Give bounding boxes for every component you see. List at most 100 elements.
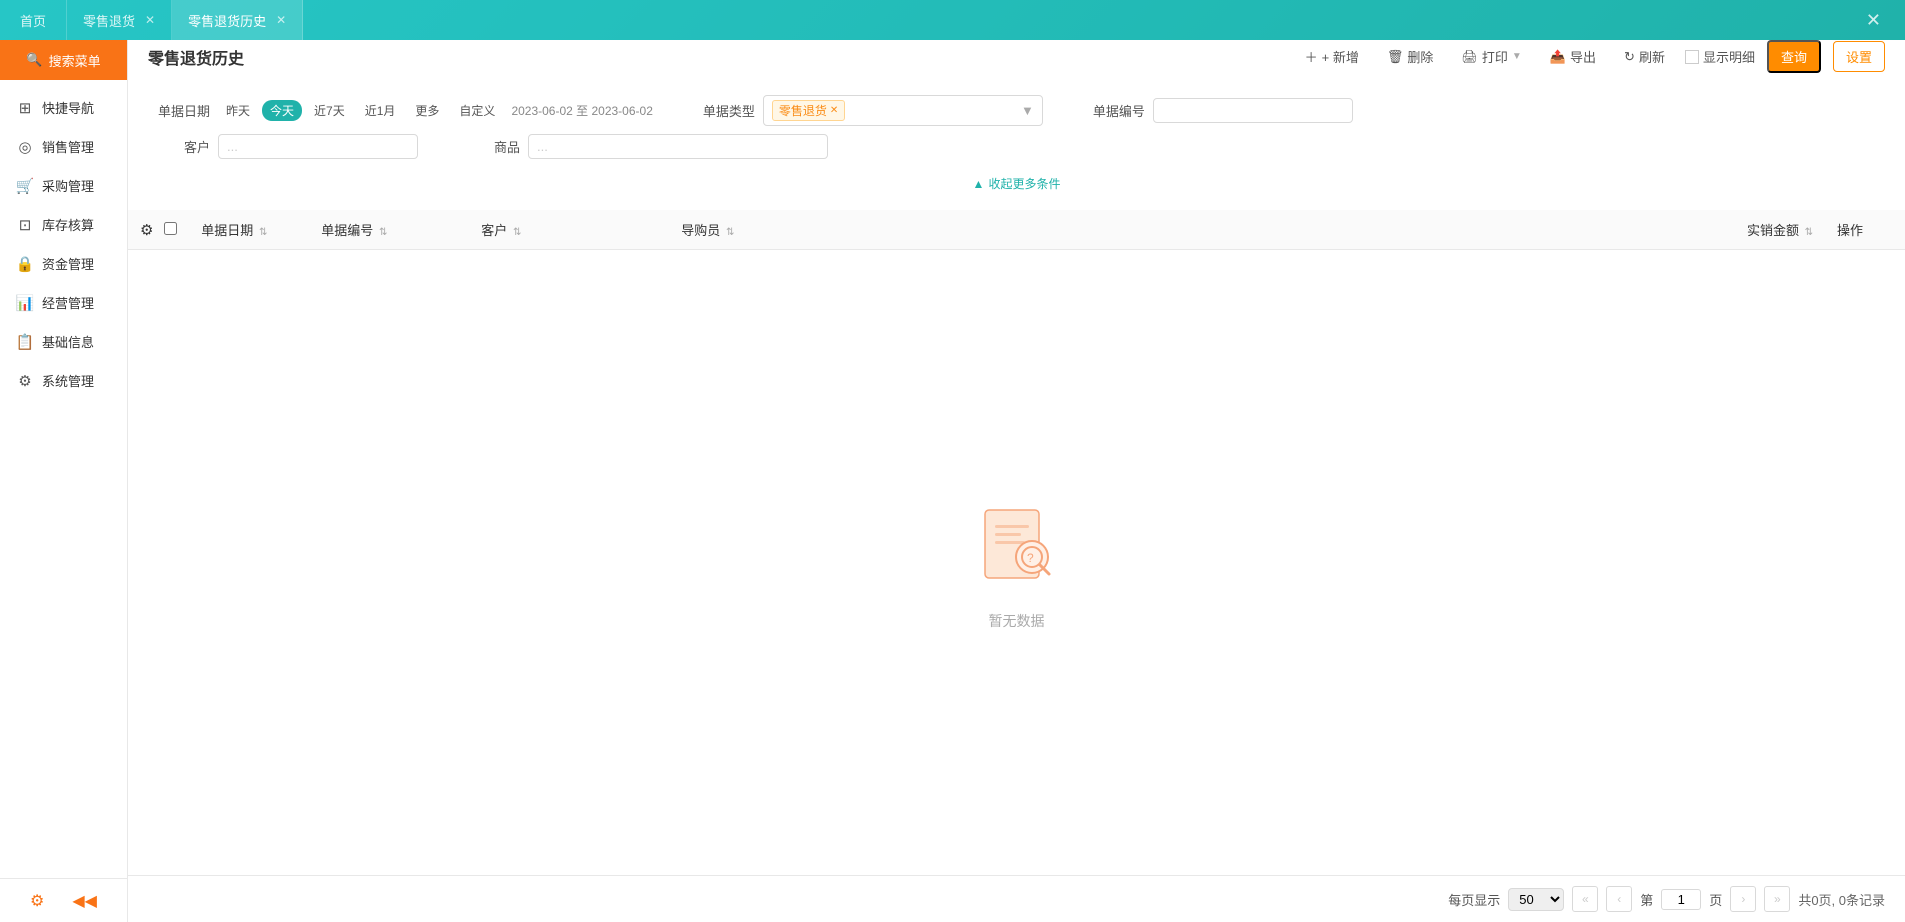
- date-yesterday-btn[interactable]: 昨天: [218, 100, 258, 121]
- no-filter-input[interactable]: [1153, 98, 1353, 123]
- page-total-label: 共0页, 0条记录: [1798, 890, 1885, 909]
- prev-page-button[interactable]: ‹: [1606, 886, 1632, 912]
- table-header: ⚙ 单据日期 ⇅ 单据编号 ⇅: [128, 210, 1905, 250]
- type-tag-label: 零售退货: [779, 102, 827, 119]
- page-number-input[interactable]: [1661, 889, 1701, 910]
- sidebar-item-basic-info-label: 基础信息: [42, 332, 94, 351]
- basic-info-icon: 📋: [16, 333, 34, 351]
- tab-return-history[interactable]: 零售退货历史 ✕: [172, 0, 303, 40]
- tab-return-label: 零售退货: [83, 11, 135, 30]
- sidebar-item-finance-label: 资金管理: [42, 254, 94, 273]
- filter-row-2: 客户 ... 商品 ...: [148, 134, 1885, 159]
- goods-filter-input[interactable]: ...: [528, 134, 828, 159]
- per-page-label: 每页显示: [1448, 890, 1500, 909]
- col-date-label: 单据日期: [201, 223, 253, 238]
- sidebar-item-quick-nav[interactable]: ⊞ 快捷导航: [0, 88, 127, 127]
- type-select-arrow-icon: ▼: [1021, 103, 1034, 118]
- sidebar-item-finance[interactable]: 🔒 资金管理: [0, 244, 127, 283]
- col-date[interactable]: 单据日期 ⇅: [189, 210, 309, 250]
- col-customer[interactable]: 客户 ⇅: [469, 210, 669, 250]
- customer-filter-label: 客户: [148, 137, 218, 156]
- collapse-filter-button[interactable]: ▲ 收起更多条件: [973, 171, 1061, 196]
- new-button[interactable]: ＋ + 新增: [1297, 43, 1367, 70]
- export-label: 导出: [1570, 47, 1596, 66]
- new-icon: ＋: [1305, 47, 1318, 66]
- content-area: 零售退货历史 ＋ + 新增 🗑 删除 🖨 打印 ▼: [128, 40, 1905, 922]
- print-button[interactable]: 🖨 打印 ▼: [1453, 43, 1529, 70]
- first-page-button[interactable]: «: [1572, 886, 1598, 912]
- sidebar-item-quick-nav-label: 快捷导航: [42, 98, 94, 117]
- refresh-button[interactable]: ↻ 刷新: [1616, 43, 1673, 70]
- per-page-select[interactable]: 20 50 100: [1508, 888, 1564, 911]
- sidebar-item-system[interactable]: ⚙ 系统管理: [0, 361, 127, 400]
- date-7days-btn[interactable]: 近7天: [306, 100, 353, 121]
- next-page-button[interactable]: ›: [1730, 886, 1756, 912]
- type-tag: 零售退货 ✕: [772, 100, 845, 121]
- window-close-button[interactable]: ✕: [1858, 6, 1889, 35]
- date-today-btn[interactable]: 今天: [262, 100, 302, 121]
- goods-filter-label: 商品: [458, 137, 528, 156]
- filter-area: 单据日期 昨天 今天 近7天 近1月 更多 自定义 2023-06-02 至 2…: [148, 85, 1885, 210]
- sidebar: 🔍 搜索菜单 ⊞ 快捷导航 ◎ 销售管理 🛒 采购管理 ⊡ 库存核算 🔒 资: [0, 40, 128, 922]
- sidebar-search-button[interactable]: 🔍 搜索菜单: [0, 40, 127, 80]
- sidebar-item-inventory[interactable]: ⊡ 库存核算: [0, 205, 127, 244]
- type-filter-select[interactable]: 零售退货 ✕ ▼: [763, 95, 1043, 126]
- search-icon: 🔍: [26, 52, 42, 68]
- tab-return-history-close[interactable]: ✕: [276, 13, 286, 27]
- quick-nav-icon: ⊞: [16, 99, 34, 117]
- tab-home[interactable]: 首页: [0, 0, 67, 40]
- page-prefix-label: 第: [1640, 890, 1653, 909]
- query-button[interactable]: 查询: [1767, 40, 1821, 73]
- tab-return[interactable]: 零售退货 ✕: [67, 0, 172, 40]
- col-action-label: 操作: [1837, 223, 1863, 238]
- settings-button[interactable]: 设置: [1833, 41, 1885, 72]
- goods-ellipsis: ...: [537, 139, 548, 154]
- col-no[interactable]: 单据编号 ⇅: [309, 210, 469, 250]
- col-action: 操作: [1825, 210, 1905, 250]
- date-sort-icon: ⇅: [259, 227, 267, 238]
- print-icon: 🖨: [1461, 49, 1478, 65]
- date-1month-btn[interactable]: 近1月: [357, 100, 404, 121]
- sidebar-item-purchase[interactable]: 🛒 采购管理: [0, 166, 127, 205]
- sidebar-settings-button[interactable]: ⚙: [30, 891, 44, 911]
- last-page-button[interactable]: »: [1764, 886, 1790, 912]
- tab-list: 首页 零售退货 ✕ 零售退货历史 ✕: [0, 0, 1858, 40]
- tab-home-label: 首页: [20, 11, 46, 30]
- checkbox-icon: [1685, 50, 1699, 64]
- type-tag-close[interactable]: ✕: [830, 105, 838, 116]
- delete-button[interactable]: 🗑 删除: [1379, 43, 1442, 70]
- purchase-icon: 🛒: [16, 177, 34, 195]
- collapse-label: 收起更多条件: [988, 175, 1060, 192]
- sidebar-item-operations-label: 经营管理: [42, 293, 94, 312]
- export-icon: 📤: [1550, 49, 1566, 65]
- col-settings[interactable]: ⚙: [128, 210, 189, 250]
- sidebar-item-system-label: 系统管理: [42, 371, 94, 390]
- customer-filter-input[interactable]: ...: [218, 134, 418, 159]
- date-more-btn[interactable]: 更多: [407, 100, 447, 121]
- display-detail-label: 显示明细: [1703, 47, 1755, 66]
- tab-return-close[interactable]: ✕: [145, 13, 155, 27]
- customer-sort-icon: ⇅: [513, 227, 521, 238]
- sidebar-item-operations[interactable]: 📊 经营管理: [0, 283, 127, 322]
- sidebar-item-basic-info[interactable]: 📋 基础信息: [0, 322, 127, 361]
- col-guide[interactable]: 导购员 ⇅: [669, 210, 829, 250]
- date-custom-btn[interactable]: 自定义: [451, 100, 503, 121]
- col-amount[interactable]: 实销金额 ⇅: [1705, 210, 1825, 250]
- top-bar: 首页 零售退货 ✕ 零售退货历史 ✕ ✕: [0, 0, 1905, 40]
- page-suffix-label: 页: [1709, 890, 1722, 909]
- toolbar: ＋ + 新增 🗑 删除 🖨 打印 ▼ 📤 导出: [1297, 40, 1885, 73]
- sidebar-collapse-button[interactable]: ◀◀: [72, 891, 97, 911]
- top-bar-right: ✕: [1858, 6, 1905, 35]
- main-layout: 🔍 搜索菜单 ⊞ 快捷导航 ◎ 销售管理 🛒 采购管理 ⊡ 库存核算 🔒 资: [0, 40, 1905, 922]
- col-guide-label: 导购员: [681, 223, 720, 238]
- empty-illustration: ?: [967, 495, 1067, 595]
- export-button[interactable]: 📤 导出: [1542, 43, 1604, 70]
- operations-icon: 📊: [16, 294, 34, 312]
- col-amount-label: 实销金额: [1747, 223, 1799, 238]
- print-label: 打印: [1482, 47, 1508, 66]
- select-all-checkbox[interactable]: [164, 222, 177, 235]
- settings-icon[interactable]: ⚙: [140, 222, 153, 239]
- display-detail-checkbox[interactable]: 显示明细: [1685, 47, 1755, 66]
- sidebar-item-sales[interactable]: ◎ 销售管理: [0, 127, 127, 166]
- sidebar-item-sales-label: 销售管理: [42, 137, 94, 156]
